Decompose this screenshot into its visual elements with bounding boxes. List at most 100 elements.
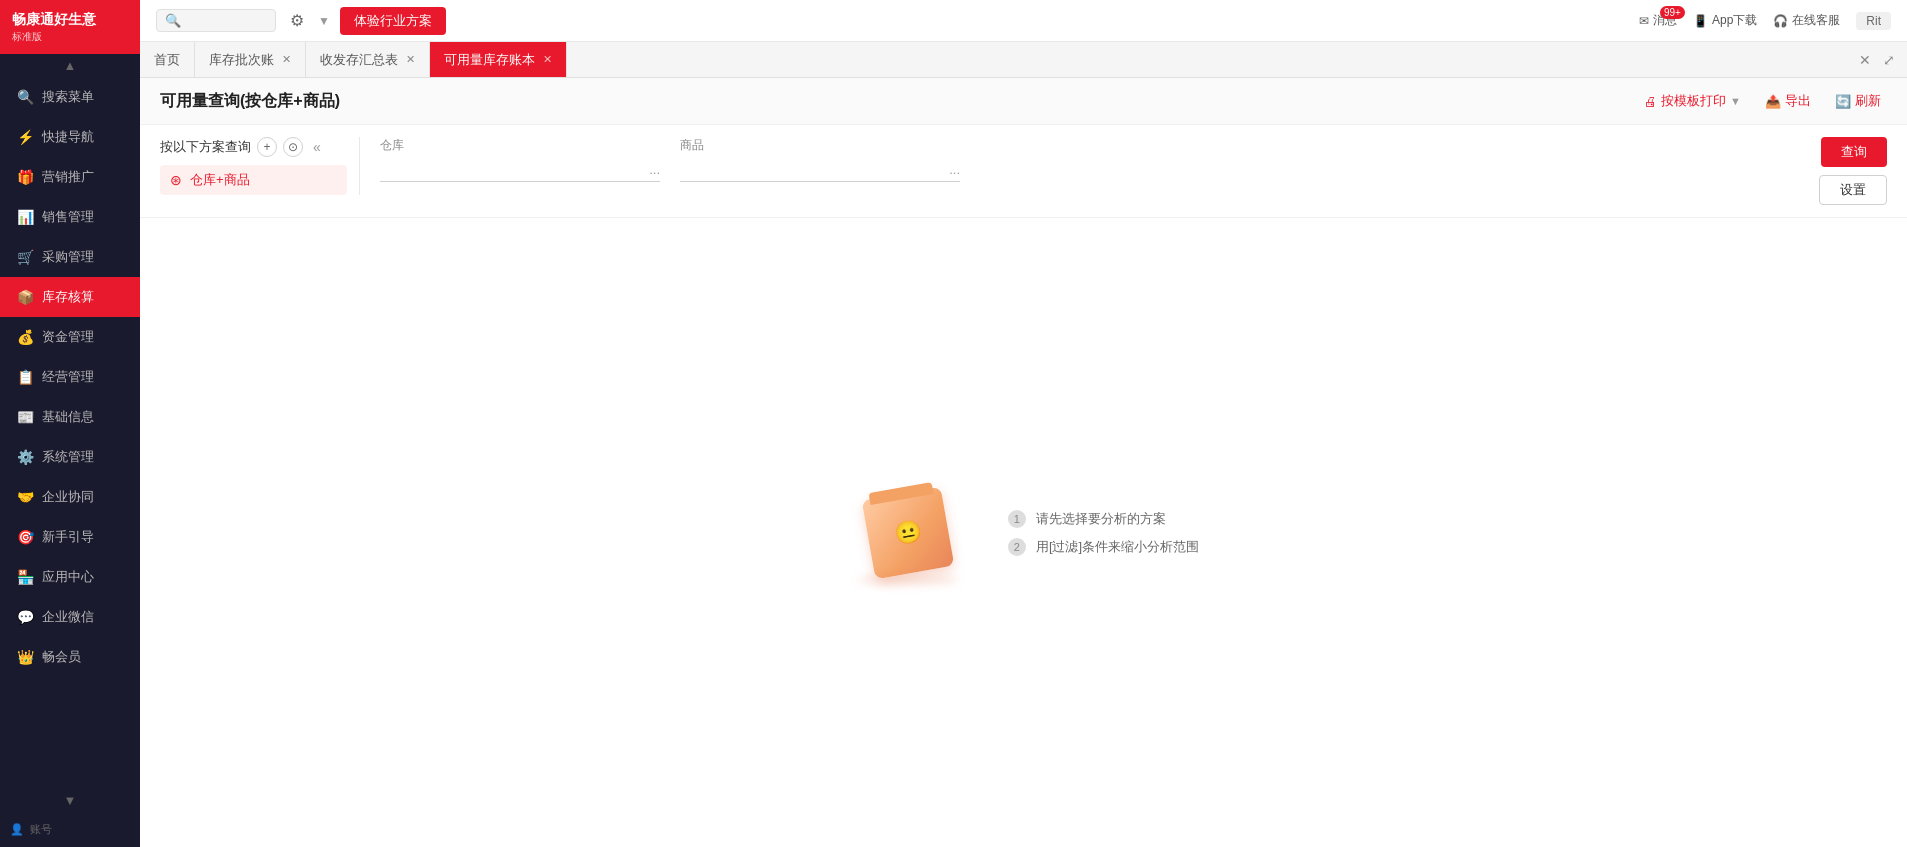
- sidebar-scroll-down[interactable]: ▼: [0, 789, 140, 812]
- tab-available-qty-label: 可用量库存账本: [444, 51, 535, 69]
- warehouse-field: 仓库 ...: [380, 137, 660, 182]
- tab-receive-summary-label: 收发存汇总表: [320, 51, 398, 69]
- scheme-item-label: 仓库+商品: [190, 171, 250, 189]
- export-label: 导出: [1785, 92, 1811, 110]
- sidebar-item-label: 资金管理: [42, 328, 94, 346]
- newbie-icon: 🎯: [16, 529, 34, 545]
- print-icon: 🖨: [1644, 94, 1657, 109]
- warehouse-input[interactable]: [380, 162, 643, 177]
- warehouse-input-wrapper: ...: [380, 158, 660, 182]
- product-label: 商品: [680, 137, 960, 154]
- sidebar-item-wechat[interactable]: 💬 企业微信: [0, 597, 140, 637]
- app-download-button[interactable]: 📱 App下载: [1693, 12, 1757, 29]
- tab-home[interactable]: 首页: [140, 42, 195, 77]
- field-settings-button[interactable]: 设置: [1819, 175, 1887, 205]
- sidebar-item-purchase[interactable]: 🛒 采购管理: [0, 237, 140, 277]
- warehouse-label: 仓库: [380, 137, 660, 154]
- tab-receive-summary[interactable]: 收发存汇总表 ✕: [306, 42, 430, 77]
- tab-available-qty-close[interactable]: ✕: [543, 53, 552, 66]
- export-button[interactable]: 📤 导出: [1759, 88, 1817, 114]
- sidebar-item-sales[interactable]: 📊 销售管理: [0, 197, 140, 237]
- sidebar-item-shortcut[interactable]: ⚡ 快捷导航: [0, 117, 140, 157]
- scheme-item-warehouse-product[interactable]: ⊛ 仓库+商品: [160, 165, 347, 195]
- sidebar-item-basic[interactable]: 📰 基础信息: [0, 397, 140, 437]
- enterprise-icon: 🤝: [16, 489, 34, 505]
- sidebar-bottom-icon: 👤: [10, 823, 24, 836]
- sidebar: 畅康通好生意 标准版 ▲ 🔍 搜索菜单 ⚡ 快捷导航 🎁 营销推广 📊 销售管理…: [0, 0, 140, 847]
- tab-bar-expand-button[interactable]: ⤢: [1879, 48, 1899, 72]
- empty-shadow: [858, 575, 958, 585]
- sidebar-item-label: 企业微信: [42, 608, 94, 626]
- add-scheme-button[interactable]: +: [257, 137, 277, 157]
- message-badge: 99+: [1660, 6, 1685, 19]
- scheme-item-icon: ⊛: [170, 172, 182, 188]
- tab-batch-ledger-close[interactable]: ✕: [282, 53, 291, 66]
- sidebar-item-marketing[interactable]: 🎁 营销推广: [0, 157, 140, 197]
- shortcut-icon: ⚡: [16, 129, 34, 145]
- query-button[interactable]: 查询: [1821, 137, 1887, 167]
- sidebar-item-system[interactable]: ⚙️ 系统管理: [0, 437, 140, 477]
- dropdown-chevron-icon[interactable]: ▼: [318, 14, 330, 28]
- sidebar-item-newbie[interactable]: 🎯 新手引导: [0, 517, 140, 557]
- message-button[interactable]: ✉ 消息 99+: [1639, 12, 1677, 29]
- sidebar-item-inventory[interactable]: 📦 库存核算: [0, 277, 140, 317]
- top-header: 🔍 ⚙ ▼ 体验行业方案 ✉ 消息 99+ 📱 App下载 🎧 在线客服 Rit: [140, 0, 1907, 42]
- empty-step-1: 1 请先选择要分析的方案: [1008, 510, 1199, 528]
- sidebar-item-finance[interactable]: 💰 资金管理: [0, 317, 140, 357]
- product-input[interactable]: [680, 162, 943, 177]
- sidebar-item-label: 系统管理: [42, 448, 94, 466]
- empty-illustration: [848, 473, 968, 593]
- trial-industry-button[interactable]: 体验行业方案: [340, 7, 446, 35]
- appstore-icon: 🏪: [16, 569, 34, 585]
- sales-icon: 📊: [16, 209, 34, 225]
- headset-icon: 🎧: [1773, 14, 1788, 28]
- sidebar-bottom[interactable]: 👤 账号: [0, 812, 140, 847]
- online-service-button[interactable]: 🎧 在线客服: [1773, 12, 1840, 29]
- sidebar-version: 标准版: [12, 30, 42, 44]
- user-name: Rit: [1866, 14, 1881, 28]
- sidebar-header: 畅康通好生意 标准版: [0, 0, 140, 54]
- step-1-number: 1: [1008, 510, 1026, 528]
- filter-fields: 仓库 ... 商品 ...: [360, 137, 1803, 182]
- search-box[interactable]: 🔍: [156, 9, 276, 32]
- page-title: 可用量查询(按仓库+商品): [160, 91, 340, 112]
- gear-button[interactable]: ⚙: [286, 9, 308, 32]
- sidebar-scroll-up[interactable]: ▲: [0, 54, 140, 77]
- tab-bar-end: ✕ ⤢: [1855, 42, 1907, 77]
- warehouse-ellipsis-button[interactable]: ...: [649, 162, 660, 177]
- collapse-panel-button[interactable]: «: [313, 139, 321, 155]
- sidebar-item-member[interactable]: 👑 畅会员: [0, 637, 140, 677]
- user-avatar[interactable]: Rit: [1856, 12, 1891, 30]
- step-2-text: 用[过滤]条件来缩小分析范围: [1036, 538, 1199, 556]
- empty-text: 1 请先选择要分析的方案 2 用[过滤]条件来缩小分析范围: [1008, 510, 1199, 556]
- filter-fields-row: 仓库 ... 商品 ...: [380, 137, 1803, 182]
- sidebar-item-appstore[interactable]: 🏪 应用中心: [0, 557, 140, 597]
- sidebar-bottom-text: 账号: [30, 822, 52, 837]
- app-download-label: App下载: [1712, 12, 1757, 29]
- refresh-button[interactable]: 🔄 刷新: [1829, 88, 1887, 114]
- tab-home-label: 首页: [154, 51, 180, 69]
- product-ellipsis-button[interactable]: ...: [949, 162, 960, 177]
- basic-icon: 📰: [16, 409, 34, 425]
- tab-batch-ledger[interactable]: 库存批次账 ✕: [195, 42, 306, 77]
- sidebar-menu: 🔍 搜索菜单 ⚡ 快捷导航 🎁 营销推广 📊 销售管理 🛒 采购管理 📦 库存核…: [0, 77, 140, 789]
- sidebar-item-label: 营销推广: [42, 168, 94, 186]
- main-area: 🔍 ⚙ ▼ 体验行业方案 ✉ 消息 99+ 📱 App下载 🎧 在线客服 Rit: [140, 0, 1907, 847]
- sidebar-item-label: 畅会员: [42, 648, 81, 666]
- wechat-icon: 💬: [16, 609, 34, 625]
- empty-step-2: 2 用[过滤]条件来缩小分析范围: [1008, 538, 1199, 556]
- plus-icon: +: [263, 140, 270, 154]
- scheme-settings-button[interactable]: ⊙: [283, 137, 303, 157]
- tab-receive-summary-close[interactable]: ✕: [406, 53, 415, 66]
- filter-scheme-title: 按以下方案查询 + ⊙ «: [160, 137, 347, 157]
- sidebar-item-enterprise[interactable]: 🤝 企业协同: [0, 477, 140, 517]
- tab-bar-close-all-button[interactable]: ✕: [1855, 48, 1875, 72]
- message-icon: ✉: [1639, 14, 1649, 28]
- sidebar-item-operations[interactable]: 📋 经营管理: [0, 357, 140, 397]
- template-print-button[interactable]: 🖨 按模板打印 ▼: [1638, 88, 1747, 114]
- product-input-wrapper: ...: [680, 158, 960, 182]
- sidebar-item-search[interactable]: 🔍 搜索菜单: [0, 77, 140, 117]
- tab-available-qty[interactable]: 可用量库存账本 ✕: [430, 42, 567, 77]
- finance-icon: 💰: [16, 329, 34, 345]
- search-input[interactable]: [185, 14, 265, 28]
